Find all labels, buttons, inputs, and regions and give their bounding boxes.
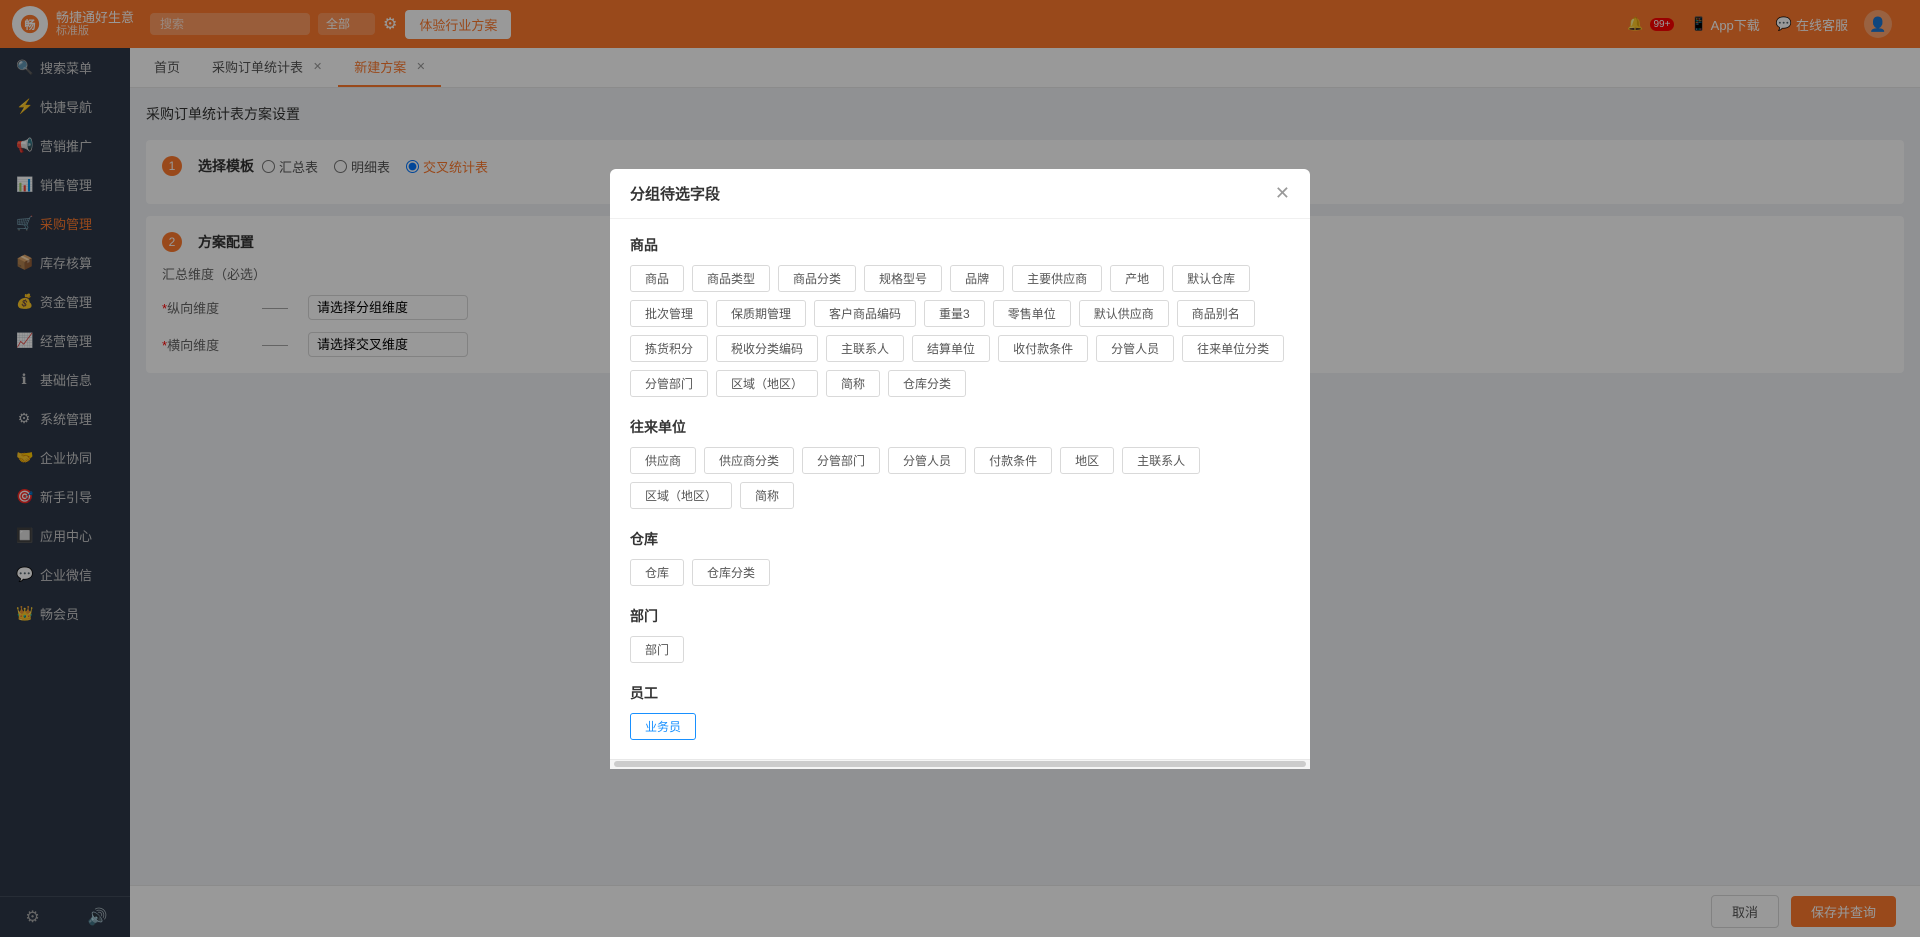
field-tag[interactable]: 主联系人 <box>1122 447 1200 474</box>
field-tag[interactable]: 分管人员 <box>1096 335 1174 362</box>
modal-scroll-track[interactable] <box>610 759 1310 769</box>
warehouse-tags: 仓库 仓库分类 <box>630 559 1290 586</box>
field-tag[interactable]: 部门 <box>630 636 684 663</box>
field-tag[interactable]: 收付款条件 <box>998 335 1088 362</box>
section-employee: 员工 业务员 <box>630 683 1290 740</box>
section-product-title: 商品 <box>630 235 1290 255</box>
modal-title: 分组待选字段 <box>630 183 720 204</box>
field-tag[interactable]: 分管部门 <box>630 370 708 397</box>
field-tag[interactable]: 主要供应商 <box>1012 265 1102 292</box>
field-tag[interactable]: 默认仓库 <box>1172 265 1250 292</box>
field-tag[interactable]: 商品 <box>630 265 684 292</box>
employee-tags: 业务员 <box>630 713 1290 740</box>
modal: 分组待选字段 ✕ 商品 商品 商品类型 商品分类 规格型号 品牌 主要供应商 产… <box>610 169 1310 769</box>
section-product: 商品 商品 商品类型 商品分类 规格型号 品牌 主要供应商 产地 默认仓库 批次… <box>630 235 1290 397</box>
field-tag[interactable]: 地区 <box>1060 447 1114 474</box>
field-tag[interactable]: 供应商 <box>630 447 696 474</box>
field-tag[interactable]: 仓库分类 <box>692 559 770 586</box>
field-tag[interactable]: 结算单位 <box>912 335 990 362</box>
field-tag[interactable]: 商品类型 <box>692 265 770 292</box>
field-tag[interactable]: 区域（地区） <box>630 482 732 509</box>
field-tag[interactable]: 付款条件 <box>974 447 1052 474</box>
field-tag[interactable]: 主联系人 <box>826 335 904 362</box>
modal-overlay: 分组待选字段 ✕ 商品 商品 商品类型 商品分类 规格型号 品牌 主要供应商 产… <box>0 0 1920 937</box>
section-department-title: 部门 <box>630 606 1290 626</box>
modal-close-button[interactable]: ✕ <box>1275 183 1290 204</box>
field-tag[interactable]: 简称 <box>740 482 794 509</box>
field-tag[interactable]: 分管部门 <box>802 447 880 474</box>
section-warehouse: 仓库 仓库 仓库分类 <box>630 529 1290 586</box>
section-department: 部门 部门 <box>630 606 1290 663</box>
field-tag[interactable]: 产地 <box>1110 265 1164 292</box>
field-tag[interactable]: 仓库分类 <box>888 370 966 397</box>
field-tag[interactable]: 税收分类编码 <box>716 335 818 362</box>
field-tag[interactable]: 商品别名 <box>1177 300 1255 327</box>
field-tag[interactable]: 品牌 <box>950 265 1004 292</box>
field-tag[interactable]: 分管人员 <box>888 447 966 474</box>
field-tag[interactable]: 区域（地区） <box>716 370 818 397</box>
field-tag[interactable]: 商品分类 <box>778 265 856 292</box>
field-tag[interactable]: 客户商品编码 <box>814 300 916 327</box>
modal-scroll-thumb <box>614 761 1306 767</box>
section-warehouse-title: 仓库 <box>630 529 1290 549</box>
section-employee-title: 员工 <box>630 683 1290 703</box>
modal-body: 商品 商品 商品类型 商品分类 规格型号 品牌 主要供应商 产地 默认仓库 批次… <box>610 219 1310 759</box>
department-tags: 部门 <box>630 636 1290 663</box>
field-tag[interactable]: 拣货积分 <box>630 335 708 362</box>
field-tag[interactable]: 零售单位 <box>993 300 1071 327</box>
field-tag[interactable]: 供应商分类 <box>704 447 794 474</box>
section-partner: 往来单位 供应商 供应商分类 分管部门 分管人员 付款条件 地区 主联系人 区域… <box>630 417 1290 509</box>
field-tag[interactable]: 规格型号 <box>864 265 942 292</box>
field-tag[interactable]: 仓库 <box>630 559 684 586</box>
modal-header: 分组待选字段 ✕ <box>610 169 1310 219</box>
field-tag[interactable]: 重量3 <box>924 300 985 327</box>
field-tag[interactable]: 批次管理 <box>630 300 708 327</box>
product-tags: 商品 商品类型 商品分类 规格型号 品牌 主要供应商 产地 默认仓库 批次管理 … <box>630 265 1290 397</box>
field-tag[interactable]: 默认供应商 <box>1079 300 1169 327</box>
field-tag[interactable]: 往来单位分类 <box>1182 335 1284 362</box>
section-partner-title: 往来单位 <box>630 417 1290 437</box>
field-tag-employee[interactable]: 业务员 <box>630 713 696 740</box>
field-tag[interactable]: 简称 <box>826 370 880 397</box>
field-tag[interactable]: 保质期管理 <box>716 300 806 327</box>
partner-tags: 供应商 供应商分类 分管部门 分管人员 付款条件 地区 主联系人 区域（地区） … <box>630 447 1290 509</box>
